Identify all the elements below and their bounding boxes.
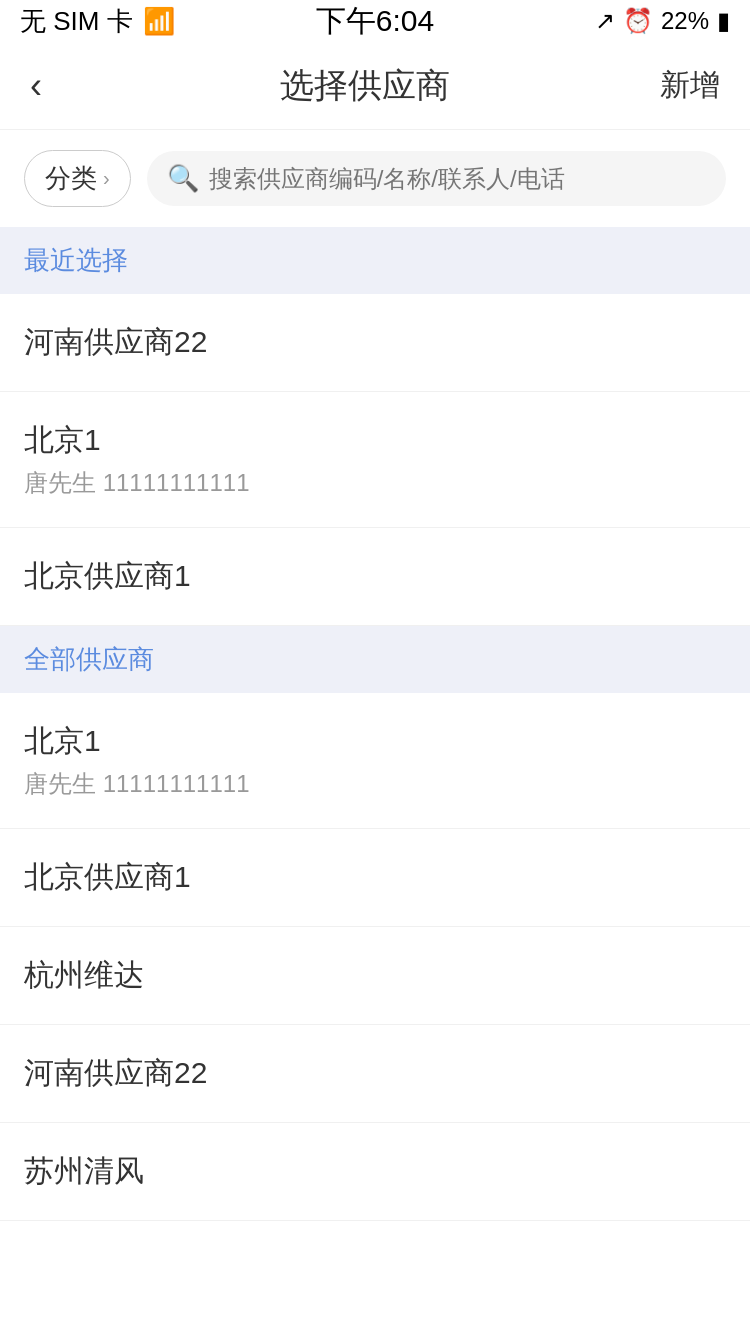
item-name: 北京1 [24, 420, 726, 461]
section-header-recent: 最近选择 [0, 227, 750, 294]
list-item[interactable]: 北京1 唐先生 11111111111 [0, 392, 750, 528]
battery-icon: ▮ [717, 7, 730, 35]
search-icon: 🔍 [167, 163, 199, 194]
sim-status: 无 SIM 卡 [20, 4, 133, 39]
item-name: 北京1 [24, 721, 726, 762]
status-right: ↗ ⏰ 22% ▮ [595, 7, 730, 35]
status-left: 无 SIM 卡 📶 [20, 4, 175, 39]
wifi-icon: 📶 [143, 6, 175, 37]
list-item[interactable]: 河南供应商22 [0, 294, 750, 392]
sections-container: 最近选择河南供应商22 北京1 唐先生 11111111111 北京供应商1 全部供应商… [0, 227, 750, 1221]
item-name: 河南供应商22 [24, 322, 726, 363]
item-name: 北京供应商1 [24, 857, 726, 898]
section-header-text-all: 全部供应商 [24, 644, 154, 674]
search-input-wrap: 🔍 [147, 151, 726, 206]
item-name: 苏州清风 [24, 1151, 726, 1192]
item-sub: 唐先生 11111111111 [24, 467, 726, 499]
page-title: 选择供应商 [90, 63, 640, 109]
item-name: 北京供应商1 [24, 556, 726, 597]
add-new-button[interactable]: 新增 [640, 65, 720, 106]
list-item[interactable]: 北京供应商1 [0, 528, 750, 626]
search-bar: 分类 › 🔍 [0, 130, 750, 227]
location-icon: ↗ [595, 7, 615, 35]
item-sub: 唐先生 11111111111 [24, 768, 726, 800]
item-name: 杭州维达 [24, 955, 726, 996]
status-time: 下午6:04 [316, 1, 434, 42]
section-header-all: 全部供应商 [0, 626, 750, 693]
search-input[interactable] [209, 165, 706, 193]
section-header-text-recent: 最近选择 [24, 245, 128, 275]
list-item[interactable]: 北京1 唐先生 11111111111 [0, 693, 750, 829]
list-item[interactable]: 杭州维达 [0, 927, 750, 1025]
battery-level: 22% [661, 7, 709, 35]
chevron-right-icon: › [103, 167, 110, 190]
list-item[interactable]: 北京供应商1 [0, 829, 750, 927]
nav-bar: ‹ 选择供应商 新增 [0, 42, 750, 130]
alarm-icon: ⏰ [623, 7, 653, 35]
list-item[interactable]: 河南供应商22 [0, 1025, 750, 1123]
category-label: 分类 [45, 161, 97, 196]
back-button[interactable]: ‹ [30, 65, 90, 107]
status-bar: 无 SIM 卡 📶 下午6:04 ↗ ⏰ 22% ▮ [0, 0, 750, 42]
list-item[interactable]: 苏州清风 [0, 1123, 750, 1221]
item-name: 河南供应商22 [24, 1053, 726, 1094]
category-button[interactable]: 分类 › [24, 150, 131, 207]
